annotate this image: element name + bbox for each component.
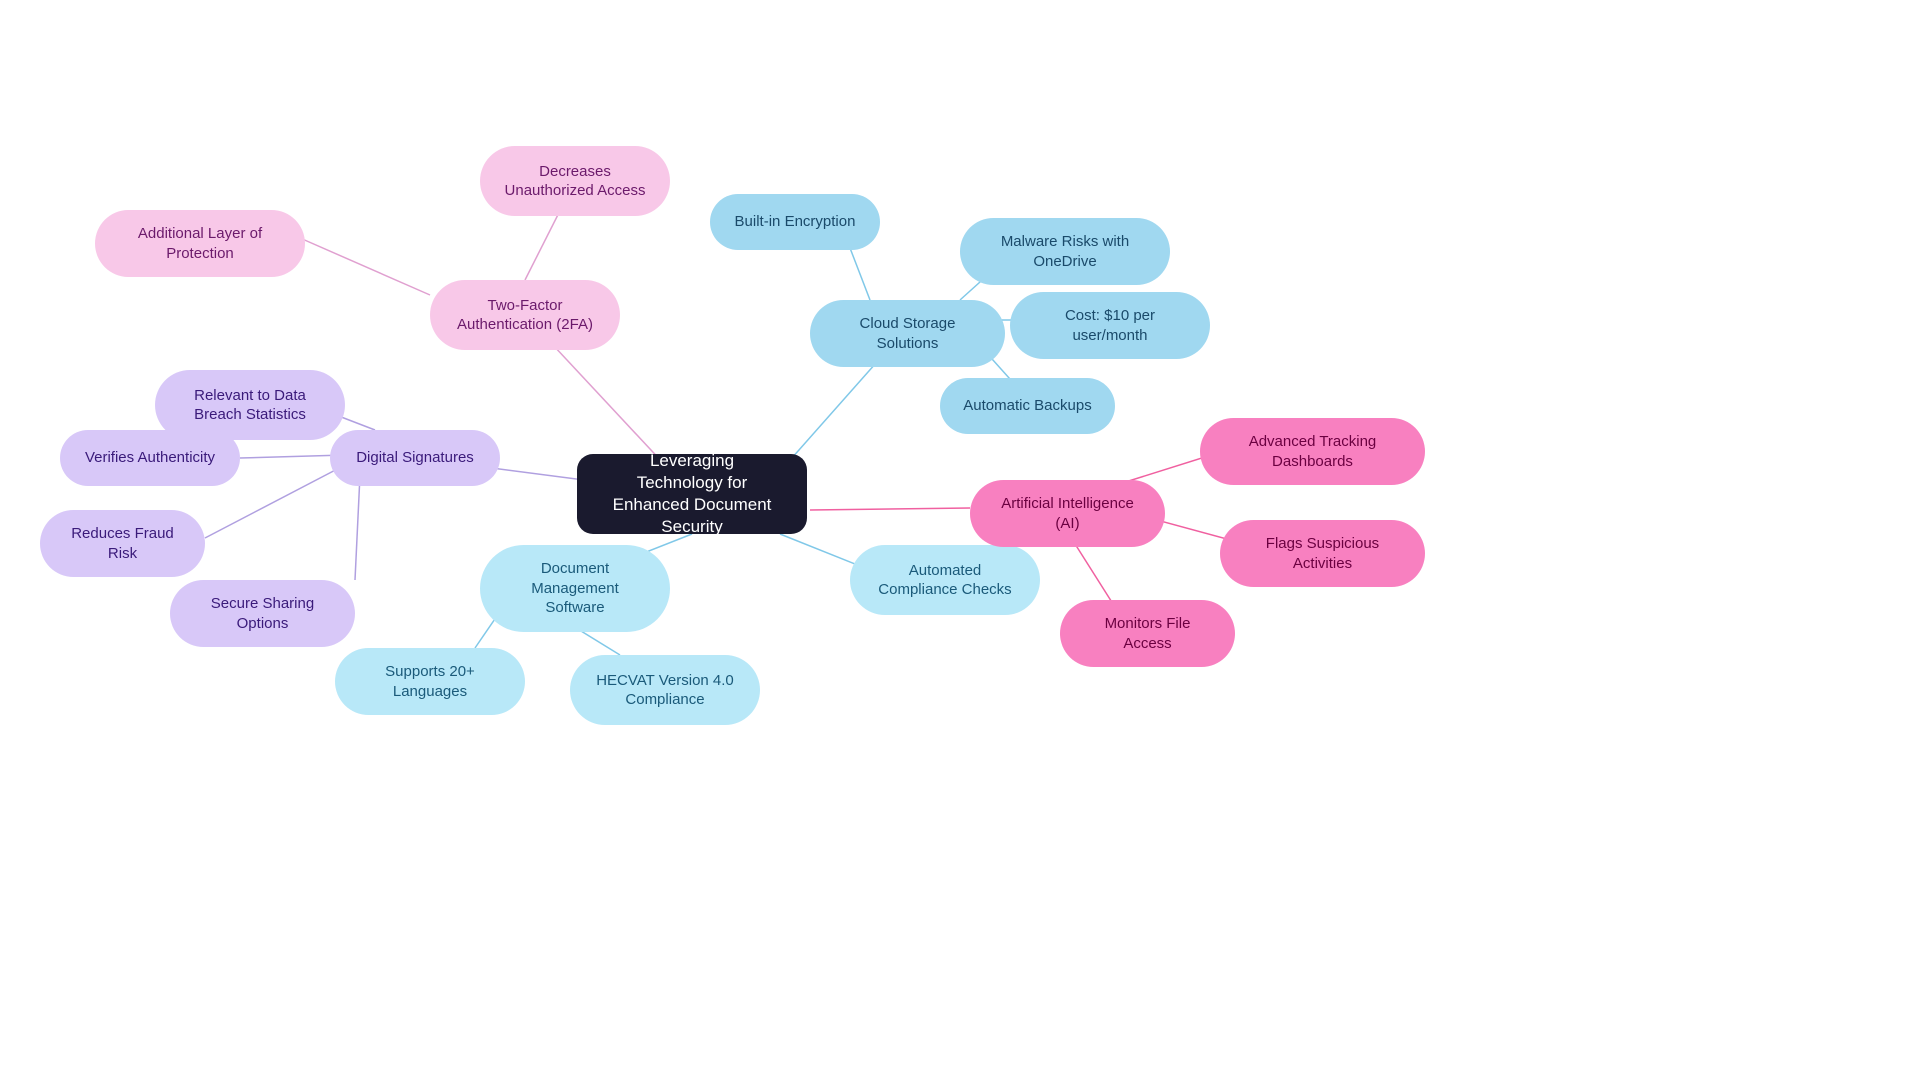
auto-compliance-label: Automated Compliance Checks bbox=[872, 561, 1018, 600]
additional-node: Additional Layer of Protection bbox=[95, 210, 305, 277]
monitors-node: Monitors File Access bbox=[1060, 600, 1235, 667]
digital-sig-label: Digital Signatures bbox=[356, 448, 474, 468]
ai-label: Artificial Intelligence (AI) bbox=[992, 494, 1143, 533]
2fa-label: Two-Factor Authentication (2FA) bbox=[452, 296, 598, 335]
doc-mgmt-label: Document Management Software bbox=[502, 559, 648, 618]
auto-compliance-node: Automated Compliance Checks bbox=[850, 545, 1040, 615]
center-label: Leveraging Technology for Enhanced Docum… bbox=[609, 450, 775, 538]
malware-node: Malware Risks with OneDrive bbox=[960, 218, 1170, 285]
advanced-tracking-node: Advanced Tracking Dashboards bbox=[1200, 418, 1425, 485]
cloud-node: Cloud Storage Solutions bbox=[810, 300, 1005, 367]
digital-sig-node: Digital Signatures bbox=[330, 430, 500, 486]
malware-label: Malware Risks with OneDrive bbox=[982, 232, 1148, 271]
hecvat-label: HECVAT Version 4.0 Compliance bbox=[592, 671, 738, 710]
flags-node: Flags Suspicious Activities bbox=[1220, 520, 1425, 587]
auto-backup-node: Automatic Backups bbox=[940, 378, 1115, 434]
cost-label: Cost: $10 per user/month bbox=[1032, 306, 1188, 345]
cost-node: Cost: $10 per user/month bbox=[1010, 292, 1210, 359]
center-node: Leveraging Technology for Enhanced Docum… bbox=[577, 454, 807, 534]
cloud-label: Cloud Storage Solutions bbox=[832, 314, 983, 353]
reduces-fraud-label: Reduces Fraud Risk bbox=[62, 524, 183, 563]
reduces-fraud-node: Reduces Fraud Risk bbox=[40, 510, 205, 577]
builtin-node: Built-in Encryption bbox=[710, 194, 880, 250]
additional-label: Additional Layer of Protection bbox=[117, 224, 283, 263]
supports-node: Supports 20+ Languages bbox=[335, 648, 525, 715]
builtin-label: Built-in Encryption bbox=[735, 212, 856, 232]
hecvat-node: HECVAT Version 4.0 Compliance bbox=[570, 655, 760, 725]
decreases-node: Decreases Unauthorized Access bbox=[480, 146, 670, 216]
verifies-node: Verifies Authenticity bbox=[60, 430, 240, 486]
monitors-label: Monitors File Access bbox=[1082, 614, 1213, 653]
advanced-tracking-label: Advanced Tracking Dashboards bbox=[1222, 432, 1403, 471]
doc-mgmt-node: Document Management Software bbox=[480, 545, 670, 632]
secure-sharing-label: Secure Sharing Options bbox=[192, 594, 333, 633]
auto-backup-label: Automatic Backups bbox=[963, 396, 1091, 416]
decreases-label: Decreases Unauthorized Access bbox=[502, 162, 648, 201]
relevant-label: Relevant to Data Breach Statistics bbox=[177, 386, 323, 425]
2fa-node: Two-Factor Authentication (2FA) bbox=[430, 280, 620, 350]
supports-label: Supports 20+ Languages bbox=[357, 662, 503, 701]
verifies-label: Verifies Authenticity bbox=[85, 448, 215, 468]
secure-sharing-node: Secure Sharing Options bbox=[170, 580, 355, 647]
flags-label: Flags Suspicious Activities bbox=[1242, 534, 1403, 573]
ai-node: Artificial Intelligence (AI) bbox=[970, 480, 1165, 547]
